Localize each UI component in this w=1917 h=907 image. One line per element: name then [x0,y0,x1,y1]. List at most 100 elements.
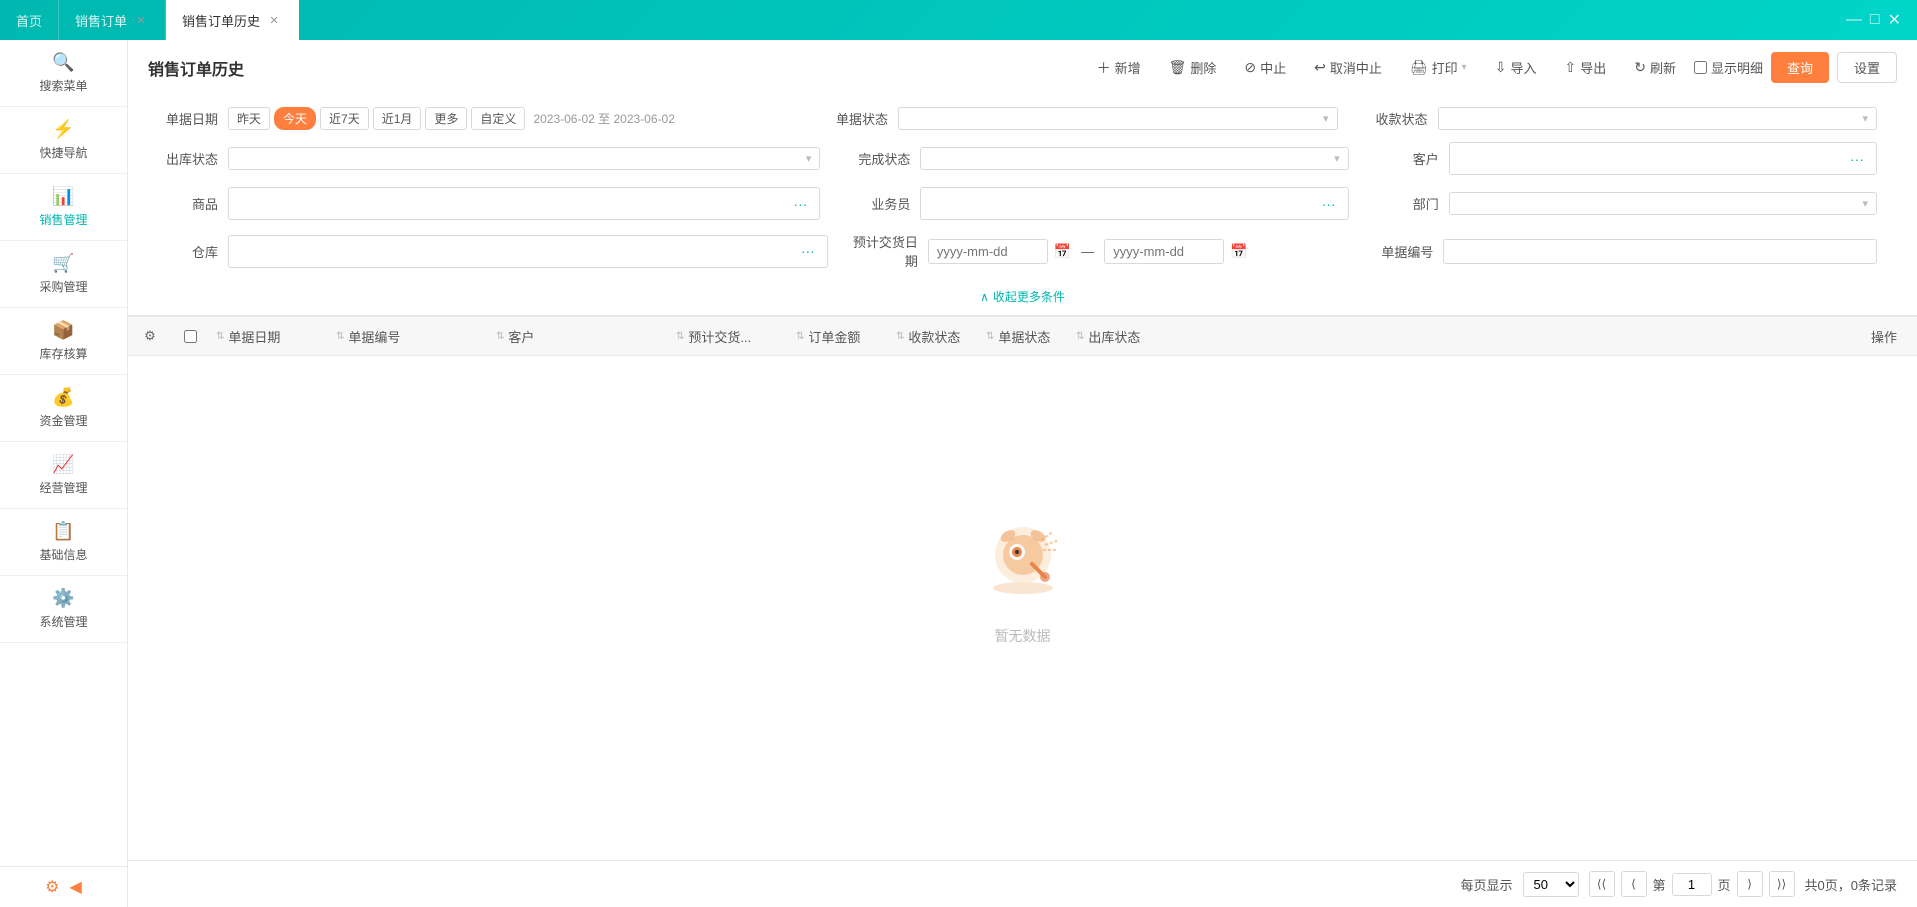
th-ship-status[interactable]: ⇅ 出库状态 [1068,327,1158,346]
th-order-status[interactable]: ⇅ 单据状态 [978,327,1068,346]
delivery-date-group: 📅 — 📅 [928,239,1344,264]
import-icon: ⇩ [1495,59,1507,76]
department-label: 部门 [1369,194,1449,213]
display-detail-checkbox[interactable] [1694,61,1707,74]
window-controls: — □ ✕ [1830,10,1917,30]
customer-dots-icon[interactable]: ··· [1846,151,1868,167]
th-num[interactable]: ⇅ 单据编号 [328,327,488,346]
refresh-button[interactable]: ↻ 刷新 [1624,54,1686,81]
sidebar-item-sales[interactable]: 📊 销售管理 [0,174,127,241]
page-header: 销售订单历史 ＋ 新增 🗑 删除 ⊘ 中止 ↩ [128,40,1917,316]
th-delivery[interactable]: ⇅ 预计交货... [668,327,788,346]
status-select[interactable]: ▾ [898,107,1337,130]
date-btn-1month[interactable]: 近1月 [373,107,422,130]
th-sort-delivery-icon: ⇅ [676,331,684,342]
export-icon: ⇧ [1564,59,1576,76]
tab-sales-order-label: 销售订单 [75,11,127,30]
delivery-date-from[interactable] [928,239,1048,264]
salesman-dots-icon[interactable]: ··· [1318,196,1340,212]
th-amount[interactable]: ⇅ 订单金额 [788,327,888,346]
salesman-input[interactable] [929,192,1317,215]
calendar-to-icon[interactable]: 📅 [1230,243,1247,260]
select-all-checkbox[interactable] [184,330,197,343]
pagination: ⟨⟨ ⟨ 第 页 ⟩ ⟩⟩ [1589,871,1795,897]
warehouse-input[interactable] [237,240,797,263]
refresh-icon: ↻ [1634,59,1646,76]
tab-sales-order[interactable]: 销售订单 ✕ [59,0,166,40]
sidebar-item-inventory[interactable]: 📦 库存核算 [0,308,127,375]
goods-input[interactable] [237,192,789,215]
page-number-input[interactable] [1672,873,1712,896]
date-btn-yesterday[interactable]: 昨天 [228,107,270,130]
complete-status-arrow-icon: ▾ [1334,152,1340,165]
print-button[interactable]: 🖨 打印 ▾ [1400,54,1477,81]
receipt-status-select[interactable]: ▾ [1438,107,1877,130]
page-title: 销售订单历史 [148,56,244,80]
system-icon: ⚙️ [52,588,74,609]
filter-row-1: 单据日期 昨天 今天 近7天 近1月 更多 自定义 2023-06-02 至 2… [148,107,1897,130]
settings-button[interactable]: 设置 [1837,52,1897,83]
delete-button[interactable]: 🗑 删除 [1159,54,1227,81]
per-page-select[interactable]: 50 20 100 [1523,872,1579,897]
delete-icon: 🗑 [1169,59,1187,76]
stop-button[interactable]: ⊘ 中止 [1234,54,1296,81]
sidebar-item-inventory-label: 库存核算 [39,345,87,362]
export-button[interactable]: ⇧ 导出 [1554,54,1616,81]
date-btn-custom[interactable]: 自定义 [471,107,525,130]
th-pay-status[interactable]: ⇅ 收款状态 [888,327,978,346]
sidebar-item-quicknav[interactable]: ⚡ 快捷导航 [0,107,127,174]
th-customer[interactable]: ⇅ 客户 [488,327,668,346]
sidebar-item-basic[interactable]: 📋 基础信息 [0,509,127,576]
last-page-button[interactable]: ⟩⟩ [1769,871,1795,897]
warehouse-dots-icon[interactable]: ··· [797,243,819,259]
th-amount-label: 订单金额 [808,327,860,346]
date-label: 单据日期 [148,109,228,128]
date-btn-7days[interactable]: 近7天 [320,107,369,130]
new-button[interactable]: ＋ 新增 [1087,54,1151,82]
calendar-from-icon[interactable]: 📅 [1054,243,1071,260]
sidebar-item-finance[interactable]: 💰 资金管理 [0,375,127,442]
settings-bottom-icon[interactable]: ⚙ [45,877,59,897]
page-title-row: 销售订单历史 ＋ 新增 🗑 删除 ⊘ 中止 ↩ [148,52,1897,83]
tab-bar: + 新增 首页 销售订单 ✕ 销售订单历史 ✕ [0,0,1830,40]
import-button[interactable]: ⇩ 导入 [1485,54,1547,81]
order-num-input[interactable] [1443,239,1877,264]
department-select[interactable]: ▾ [1449,192,1877,215]
collapse-button[interactable]: ∧ 收起更多条件 [980,288,1065,305]
first-page-button[interactable]: ⟨⟨ [1589,871,1615,897]
next-page-button[interactable]: ⟩ [1737,871,1763,897]
display-detail-checkbox-label[interactable]: 显示明细 [1694,58,1763,77]
tab-sales-order-close[interactable]: ✕ [133,12,149,28]
th-checkbox[interactable] [172,330,208,343]
complete-status-select[interactable]: ▾ [920,147,1348,170]
maximize-icon[interactable]: □ [1870,11,1880,29]
total-info: 共0页，0条记录 [1805,875,1897,894]
tab-sales-order-history-close[interactable]: ✕ [266,12,282,28]
delivery-date-to[interactable] [1104,239,1224,264]
date-btn-today[interactable]: 今天 [274,107,316,130]
ship-status-select[interactable]: ▾ [228,147,820,170]
complete-status-label: 完成状态 [840,149,920,168]
sidebar-item-system[interactable]: ⚙️ 系统管理 [0,576,127,643]
query-button[interactable]: 查询 [1771,52,1829,83]
minimize-icon[interactable]: — [1846,11,1862,29]
sidebar-item-operation[interactable]: 📈 经营管理 [0,442,127,509]
cancel-stop-icon: ↩ [1314,59,1326,76]
th-settings-icon[interactable]: ⚙ [128,328,172,344]
cancel-stop-button[interactable]: ↩ 取消中止 [1304,54,1392,81]
export-label: 导出 [1580,58,1606,77]
th-date[interactable]: ⇅ 单据日期 [208,327,328,346]
tab-home[interactable]: + 新增 首页 [0,0,59,40]
goods-dots-icon[interactable]: ··· [789,196,811,212]
th-sort-pay-icon: ⇅ [896,331,904,342]
filter-area: 单据日期 昨天 今天 近7天 近1月 更多 自定义 2023-06-02 至 2… [148,95,1897,315]
date-btn-more[interactable]: 更多 [425,107,467,130]
customer-input[interactable] [1458,147,1846,170]
collapse-sidebar-icon[interactable]: ◀ [70,877,82,897]
close-icon[interactable]: ✕ [1888,10,1901,30]
sidebar-item-purchase[interactable]: 🛒 采购管理 [0,241,127,308]
tab-sales-order-history[interactable]: 销售订单历史 ✕ [166,0,299,40]
prev-page-button[interactable]: ⟨ [1621,871,1647,897]
sidebar-item-search[interactable]: 🔍 搜索菜单 [0,40,127,107]
sidebar-item-finance-label: 资金管理 [39,412,87,429]
